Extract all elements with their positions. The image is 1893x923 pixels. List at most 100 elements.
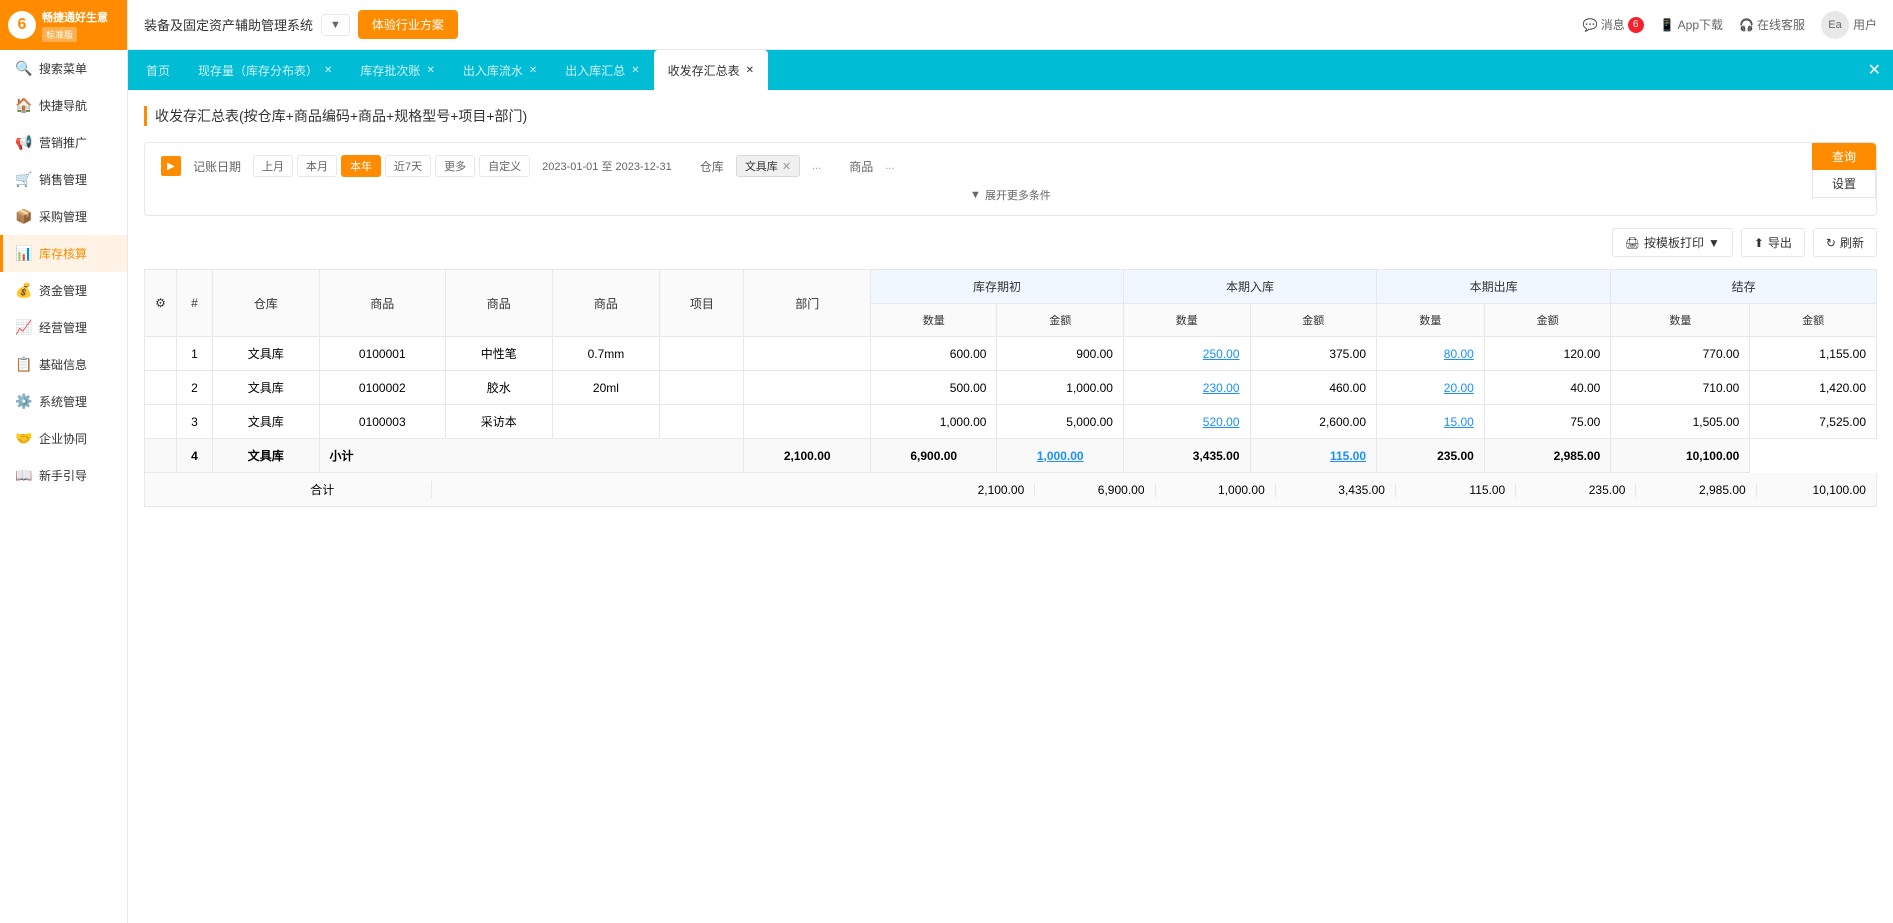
tab-close-inout_flow[interactable]: ✕ [529, 65, 537, 76]
sidebar-item-quick[interactable]: 🏠 快捷导航 [0, 87, 127, 124]
sidebar-item-marketing[interactable]: 📢营销推广 [0, 124, 127, 161]
experience-btn[interactable]: 体验行业方案 [358, 10, 458, 39]
row-in-qty-1[interactable]: 230.00 [1123, 371, 1250, 405]
tab-bar-close-btn[interactable]: ✕ [1860, 60, 1889, 80]
sidebar-logo: 6 畅捷通好生意 标准版 [0, 0, 127, 50]
subtotal-row: 4 文具库 小计 2,100.00 6,900.00 1,000.00 3,43… [145, 439, 1877, 473]
tab-close-inventory[interactable]: ✕ [324, 65, 332, 76]
sidebar-item-guide[interactable]: 📖新手引导 [0, 457, 127, 494]
row-in-qty-2[interactable]: 520.00 [1123, 405, 1250, 439]
row-settings-1[interactable] [145, 371, 177, 405]
setting-button[interactable]: 设置 [1812, 170, 1876, 198]
online-service-btn[interactable]: 🎧 在线客服 [1739, 16, 1805, 33]
sidebar-label-guide: 新手引导 [39, 467, 87, 484]
row-in-amt-1: 460.00 [1250, 371, 1377, 405]
tab-inout_flow[interactable]: 出入库流水✕ [449, 50, 551, 90]
sidebar-item-system[interactable]: ⚙️系统管理 [0, 383, 127, 420]
sidebar-label-operations: 经营管理 [39, 319, 87, 336]
warehouse-more[interactable]: ... [812, 160, 821, 172]
app-download-btn[interactable]: 📱 App下载 [1660, 16, 1723, 33]
sidebar-label-finance: 资金管理 [39, 282, 87, 299]
tab-close-receive_summary[interactable]: ✕ [746, 65, 754, 76]
sidebar-label-search: 搜索菜单 [39, 60, 87, 77]
sidebar-icon-basic: 📋 [15, 356, 31, 373]
sidebar-icon-purchase: 📦 [15, 208, 31, 225]
sidebar-item-purchase[interactable]: 📦采购管理 [0, 198, 127, 235]
sidebar-item-basic[interactable]: 📋基础信息 [0, 346, 127, 383]
date-btn-0[interactable]: 上月 [253, 155, 293, 177]
warehouse-label: 仓库 [700, 158, 724, 175]
message-btn[interactable]: 💬 消息 6 [1583, 16, 1644, 33]
print-btn[interactable]: 🖨 按模板打印 ▼ [1612, 228, 1733, 257]
row-out-qty-1[interactable]: 20.00 [1377, 371, 1485, 405]
row-out-qty-0[interactable]: 80.00 [1377, 337, 1485, 371]
expand-more-btn[interactable]: ▼ 展开更多条件 [161, 187, 1860, 203]
date-btn-2[interactable]: 本年 [341, 155, 381, 177]
sidebar-item-finance[interactable]: 💰 资金管理 [0, 272, 127, 309]
headset-icon: 🎧 [1739, 18, 1754, 32]
date-btn-3[interactable]: 近7天 [385, 155, 431, 177]
tab-receive_summary[interactable]: 收发存汇总表 ✕ [654, 50, 768, 90]
row-in-qty-0[interactable]: 250.00 [1123, 337, 1250, 371]
row-settings-0[interactable] [145, 337, 177, 371]
project-col-header: 项目 [660, 270, 744, 337]
date-btn-4[interactable]: 更多 [435, 155, 475, 177]
row-close-qty-0: 770.00 [1611, 337, 1750, 371]
tab-batch[interactable]: 库存批次账✕ [346, 50, 448, 90]
date-btn-1[interactable]: 本月 [297, 155, 337, 177]
tab-close-inout_summary[interactable]: ✕ [631, 65, 639, 76]
warehouse-tag[interactable]: 文具库 ✕ [736, 155, 800, 177]
sidebar-icon-finance: 💰 [15, 282, 31, 299]
query-button[interactable]: 查询 [1812, 143, 1876, 170]
tab-inout_summary[interactable]: 出入库汇总 ✕ [551, 50, 653, 90]
row-settings-2[interactable] [145, 405, 177, 439]
tab-close-batch[interactable]: ✕ [426, 65, 434, 76]
table-row: 2 文具库 0100002 胶水 20ml 500.00 1,000.00 23… [145, 371, 1877, 405]
logo-icon: 6 [8, 11, 36, 39]
sidebar-item-inventory[interactable]: 📊库存核算 [0, 235, 127, 272]
sidebar-item-collab[interactable]: 🤝企业协同 [0, 420, 127, 457]
date-btn-5[interactable]: 自定义 [479, 155, 530, 177]
content-area: 收发存汇总表(按仓库+商品编码+商品+规格型号+项目+部门) ▶ 记账日期 上月… [128, 90, 1893, 923]
row-close-amt-2: 7,525.00 [1750, 405, 1877, 439]
warehouse-tag-remove[interactable]: ✕ [782, 160, 791, 173]
goods-name-col-header: 商品 [446, 270, 553, 337]
row-close-qty-1: 710.00 [1611, 371, 1750, 405]
tab-inventory[interactable]: 现存量（库存分布表）✕ [184, 50, 346, 90]
row-goods-name-1: 胶水 [446, 371, 553, 405]
tab-label-receive_summary: 收发存汇总表 [668, 62, 740, 79]
sidebar-item-search[interactable]: 🔍搜索菜单 [0, 50, 127, 87]
footer-in-qty: 1,000.00 [1156, 483, 1276, 497]
sidebar-item-operations[interactable]: 📈经营管理 [0, 309, 127, 346]
message-icon: 💬 [1583, 18, 1598, 32]
tab-home[interactable]: 首页 [132, 50, 184, 90]
filter-arrow[interactable]: ▶ [161, 156, 181, 176]
user-area[interactable]: Ea 用户 [1821, 11, 1877, 39]
goods-more[interactable]: ... [885, 160, 894, 172]
row-warehouse-1: 文具库 [213, 371, 320, 405]
tab-label-inout_summary: 出入库汇总 [565, 62, 625, 79]
sidebar-icon-collab: 🤝 [15, 430, 31, 447]
sidebar-label-quick: 快捷导航 [39, 97, 87, 114]
warehouse-col-header: 仓库 [213, 270, 320, 337]
refresh-icon: ↻ [1826, 236, 1836, 250]
export-btn[interactable]: ⬆ 导出 [1741, 228, 1805, 257]
row-close-amt-0: 1,155.00 [1750, 337, 1877, 371]
table-footer: 合计 2,100.00 6,900.00 1,000.00 3,435.00 1… [144, 473, 1877, 507]
sidebar-icon-quick: 🏠 [15, 97, 31, 114]
sidebar-icon-marketing: 📢 [15, 134, 31, 151]
settings-col-header[interactable]: ⚙ [145, 270, 177, 337]
table-wrapper: ⚙ # 仓库 商品 商品 商品 项目 部门 库存期初 本期入库 本期出库 结存 [144, 269, 1877, 507]
row-warehouse-0: 文具库 [213, 337, 320, 371]
open-qty-header: 数量 [870, 304, 997, 337]
sidebar-item-sales[interactable]: 🛒销售管理 [0, 161, 127, 198]
row-out-qty-2[interactable]: 15.00 [1377, 405, 1485, 439]
subtotal-in-qty[interactable]: 1,000.00 [997, 439, 1124, 473]
content-inner: 收发存汇总表(按仓库+商品编码+商品+规格型号+项目+部门) ▶ 记账日期 上月… [128, 90, 1893, 923]
refresh-btn[interactable]: ↻ 刷新 [1813, 228, 1877, 257]
row-no-0: 1 [177, 337, 213, 371]
system-dropdown[interactable]: 装备及固定资产辅助管理系统 ▼ [321, 14, 350, 36]
subtotal-out-qty[interactable]: 115.00 [1250, 439, 1377, 473]
row-in-amt-2: 2,600.00 [1250, 405, 1377, 439]
export-icon: ⬆ [1754, 236, 1764, 250]
